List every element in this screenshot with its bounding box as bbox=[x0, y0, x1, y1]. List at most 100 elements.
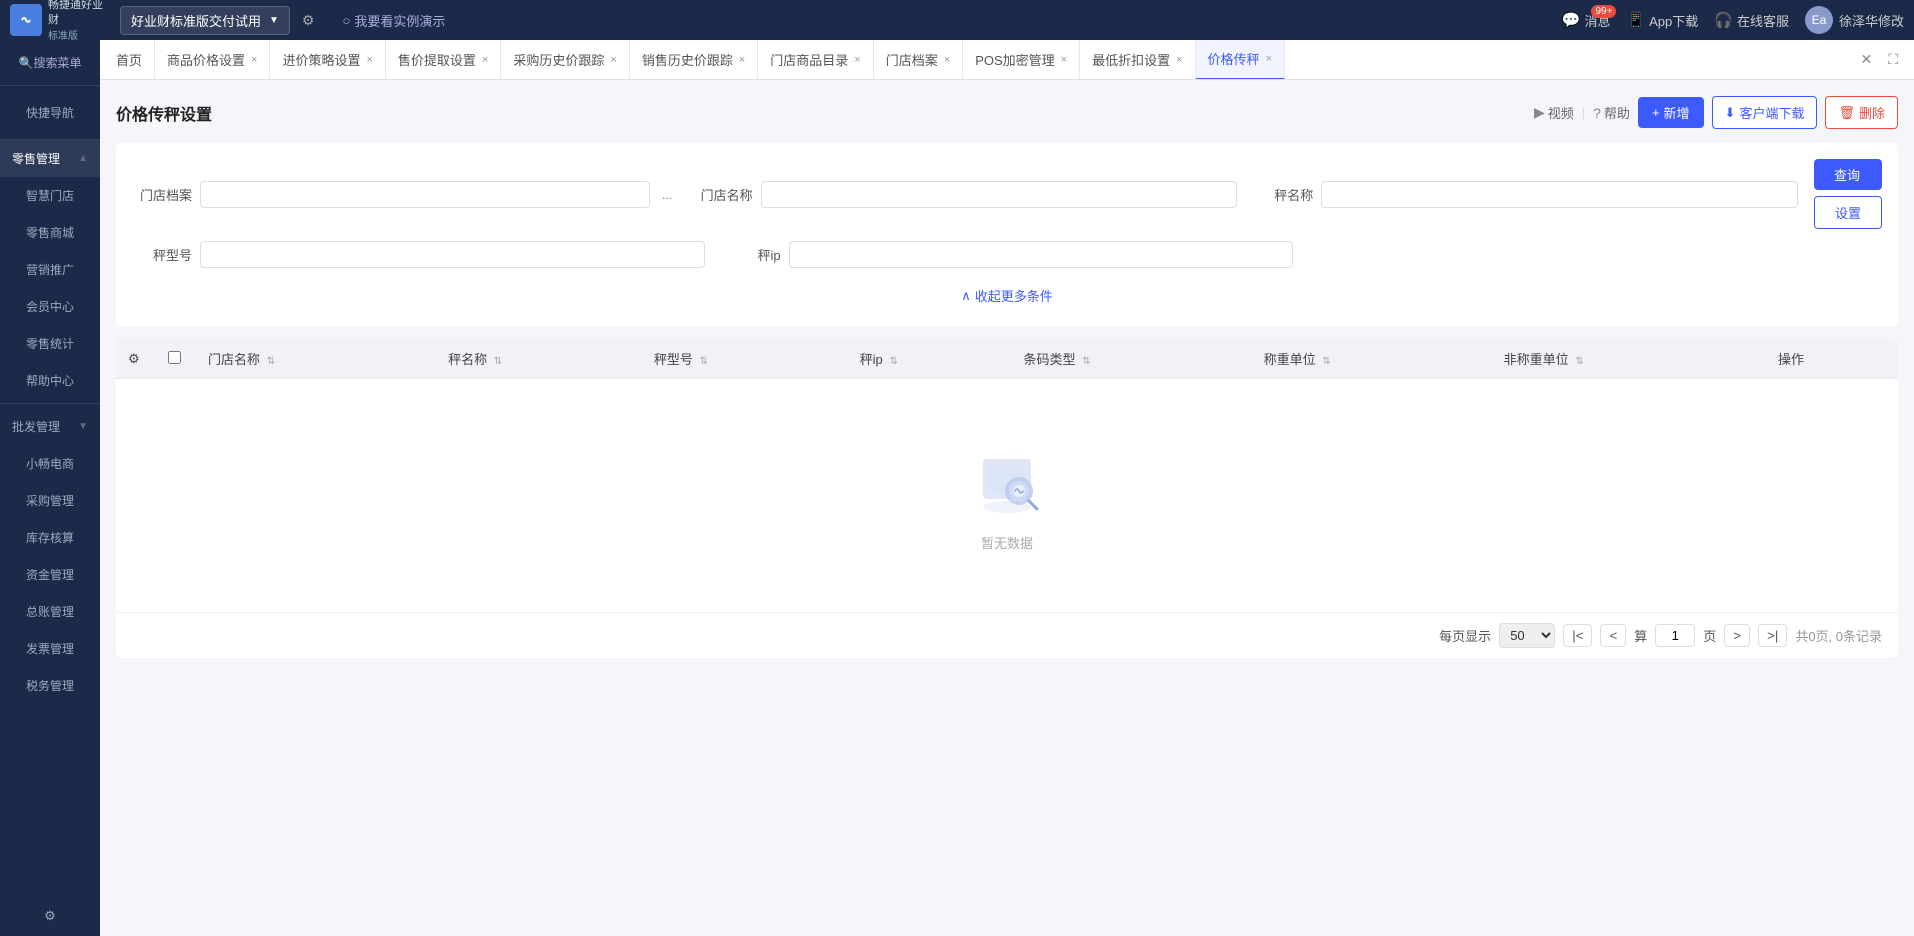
sidebar-item-retail-stats[interactable]: 零售统计 bbox=[0, 325, 100, 362]
sidebar-item-retail-manage[interactable]: 零售管理 ▲ bbox=[0, 140, 100, 177]
pagination-first-btn[interactable]: |< bbox=[1563, 624, 1592, 647]
sidebar-settings-icon: ⚙ bbox=[44, 908, 56, 924]
tab-price-settings[interactable]: 商品价格设置 × bbox=[155, 40, 270, 80]
online-service-btn[interactable]: 🎧 在线客服 bbox=[1714, 11, 1789, 30]
tab-pos-manage[interactable]: POS加密管理 × bbox=[963, 40, 1080, 80]
filter-field-scale-ip: 秤ip bbox=[721, 241, 1294, 268]
sidebar-item-quick-nav[interactable]: 快捷导航 bbox=[0, 94, 100, 131]
th-barcode-type: 条码类型 ⇅ bbox=[1012, 339, 1252, 379]
messages-btn[interactable]: 💬 消息 99+ bbox=[1562, 11, 1611, 30]
sidebar-item-help-center[interactable]: 帮助中心 bbox=[0, 362, 100, 399]
sidebar-item-invoice[interactable]: 发票管理 bbox=[0, 630, 100, 667]
tab-close-all-icon[interactable]: ✕ bbox=[1856, 49, 1876, 70]
sidebar-item-finance[interactable]: 资金管理 bbox=[0, 556, 100, 593]
sidebar-item-online-store[interactable]: 零售商城 bbox=[0, 214, 100, 251]
sort-scale-name-icon[interactable]: ⇅ bbox=[494, 356, 502, 367]
tab-sale-price-pickup[interactable]: 售价提取设置 × bbox=[386, 40, 501, 80]
delete-btn[interactable]: 🗑 删除 bbox=[1825, 96, 1898, 129]
th-settings-icon[interactable]: ⚙ bbox=[128, 351, 140, 366]
tab-pos-manage-close-icon[interactable]: × bbox=[1061, 54, 1067, 66]
filter-store-name-input[interactable] bbox=[761, 181, 1238, 208]
tab-purchase-strategy-close-icon[interactable]: × bbox=[366, 54, 372, 66]
filter-scale-ip-input[interactable] bbox=[789, 241, 1294, 268]
filter-row-1: 门店档案 ... 门店名称 秤名称 bbox=[132, 159, 1882, 229]
download-btn[interactable]: ⬇ 客户端下载 bbox=[1712, 96, 1818, 129]
selector-settings-icon[interactable]: ⚙ bbox=[298, 8, 319, 33]
retail-manage-arrow-icon: ▲ bbox=[78, 153, 88, 164]
tab-sale-history-close-icon[interactable]: × bbox=[739, 54, 745, 66]
select-all-checkbox[interactable] bbox=[168, 351, 181, 364]
tab-price-scale[interactable]: 价格传秤 × bbox=[1196, 40, 1285, 80]
separator-1: | bbox=[1582, 105, 1585, 120]
pagination-prev-btn[interactable]: < bbox=[1600, 624, 1626, 647]
tab-purchase-history[interactable]: 采购历史价跟踪 × bbox=[501, 40, 629, 80]
sidebar-item-smart-store[interactable]: 智慧门店 bbox=[0, 177, 100, 214]
query-btn[interactable]: 查询 bbox=[1814, 159, 1882, 190]
selector-arrow-icon: ▼ bbox=[269, 15, 279, 26]
table-body: 暂无数据 bbox=[116, 379, 1898, 613]
demo-link[interactable]: ○ 我要看实例演示 bbox=[338, 11, 445, 30]
page-number-input[interactable] bbox=[1655, 624, 1695, 647]
empty-illustration bbox=[967, 439, 1047, 519]
tab-store-archive[interactable]: 门店档案 × bbox=[874, 40, 963, 80]
filter-scale-name-input[interactable] bbox=[1321, 181, 1798, 208]
filter-store-archive-input[interactable] bbox=[200, 181, 650, 208]
filter-ellipsis-btn[interactable]: ... bbox=[658, 187, 677, 202]
collapse-btn[interactable]: ∧ 收起更多条件 bbox=[955, 280, 1059, 311]
avatar: Ea bbox=[1805, 6, 1833, 34]
tab-store-catalog-close-icon[interactable]: × bbox=[854, 54, 860, 66]
tab-purchase-strategy[interactable]: 进价策略设置 × bbox=[270, 40, 385, 80]
pagination-last-btn[interactable]: >| bbox=[1758, 624, 1787, 647]
tab-sale-price-pickup-close-icon[interactable]: × bbox=[482, 54, 488, 66]
search-menu-btn[interactable]: 🔍 搜索菜单 bbox=[10, 50, 90, 75]
sort-scale-model-icon[interactable]: ⇅ bbox=[700, 356, 708, 367]
sidebar-item-tax[interactable]: 税务管理 bbox=[0, 667, 100, 704]
app-logo: 畅捷通好业财 标准版 bbox=[10, 0, 110, 42]
sort-weight-unit-icon[interactable]: ⇅ bbox=[1322, 356, 1330, 367]
search-icon: 🔍 bbox=[19, 56, 34, 70]
sidebar-item-purchase[interactable]: 采购管理 bbox=[0, 482, 100, 519]
sidebar-item-member[interactable]: 会员中心 bbox=[0, 288, 100, 325]
table-head: ⚙ 门店名称 ⇅ 秤名称 bbox=[116, 339, 1898, 379]
sort-store-name-icon[interactable]: ⇅ bbox=[267, 356, 275, 367]
sidebar-item-wholesale[interactable]: 批发管理 ▼ bbox=[0, 408, 100, 445]
sidebar-item-inventory[interactable]: 库存核算 bbox=[0, 519, 100, 556]
tab-min-discount-close-icon[interactable]: × bbox=[1176, 54, 1182, 66]
smart-store-label: 智慧门店 bbox=[26, 187, 74, 204]
tab-min-discount[interactable]: 最低折扣设置 × bbox=[1080, 40, 1195, 80]
settings-action-label: 设置 bbox=[1835, 203, 1861, 222]
sidebar-item-marketing[interactable]: 营销推广 bbox=[0, 251, 100, 288]
tab-price-settings-label: 商品价格设置 bbox=[167, 50, 245, 69]
tab-store-archive-close-icon[interactable]: × bbox=[944, 54, 950, 66]
tab-maximize-icon[interactable]: ⛶ bbox=[1884, 49, 1902, 70]
app-download-btn[interactable]: 📱 App下载 bbox=[1626, 11, 1698, 30]
settings-action-btn[interactable]: 设置 bbox=[1814, 196, 1882, 229]
tab-store-catalog[interactable]: 门店商品目录 × bbox=[758, 40, 873, 80]
tab-purchase-history-close-icon[interactable]: × bbox=[610, 54, 616, 66]
sort-scale-ip-icon[interactable]: ⇅ bbox=[889, 356, 897, 367]
tab-price-settings-close-icon[interactable]: × bbox=[251, 54, 257, 66]
pagination-next-btn[interactable]: > bbox=[1724, 624, 1750, 647]
add-btn[interactable]: + 新增 bbox=[1638, 97, 1704, 128]
th-scale-ip-label: 秤ip bbox=[860, 352, 883, 367]
download-icon: ⬇ bbox=[1725, 105, 1736, 121]
version-selector[interactable]: 好业财标准版交付试用 ▼ bbox=[120, 6, 290, 35]
sort-barcode-type-icon[interactable]: ⇅ bbox=[1082, 356, 1090, 367]
tab-home[interactable]: 首页 bbox=[104, 40, 155, 80]
user-menu-btn[interactable]: Ea 徐泽华修改 bbox=[1805, 6, 1904, 34]
quick-nav-label: 快捷导航 bbox=[26, 104, 74, 121]
page-size-select[interactable]: 50 10 20 100 bbox=[1499, 623, 1555, 648]
help-btn[interactable]: ? 帮助 bbox=[1593, 103, 1630, 122]
sort-non-weight-icon[interactable]: ⇅ bbox=[1575, 356, 1583, 367]
tab-price-scale-close-icon[interactable]: × bbox=[1266, 53, 1272, 65]
tab-sale-history[interactable]: 销售历史价跟踪 × bbox=[630, 40, 758, 80]
sidebar-item-xiaochang[interactable]: 小畅电商 bbox=[0, 445, 100, 482]
finance-label: 资金管理 bbox=[26, 566, 74, 583]
video-help-btn[interactable]: ▶ 视频 bbox=[1534, 103, 1574, 122]
sidebar-settings-btn[interactable]: ⚙ bbox=[0, 896, 100, 936]
sidebar-item-general-ledger[interactable]: 总账管理 bbox=[0, 593, 100, 630]
service-icon: 🎧 bbox=[1714, 11, 1733, 29]
filter-scale-model-input[interactable] bbox=[200, 241, 705, 268]
top-bar-center: 好业财标准版交付试用 ▼ ⚙ ○ 我要看实例演示 bbox=[120, 6, 1552, 35]
filter-field-scale-model: 秤型号 bbox=[132, 241, 705, 268]
